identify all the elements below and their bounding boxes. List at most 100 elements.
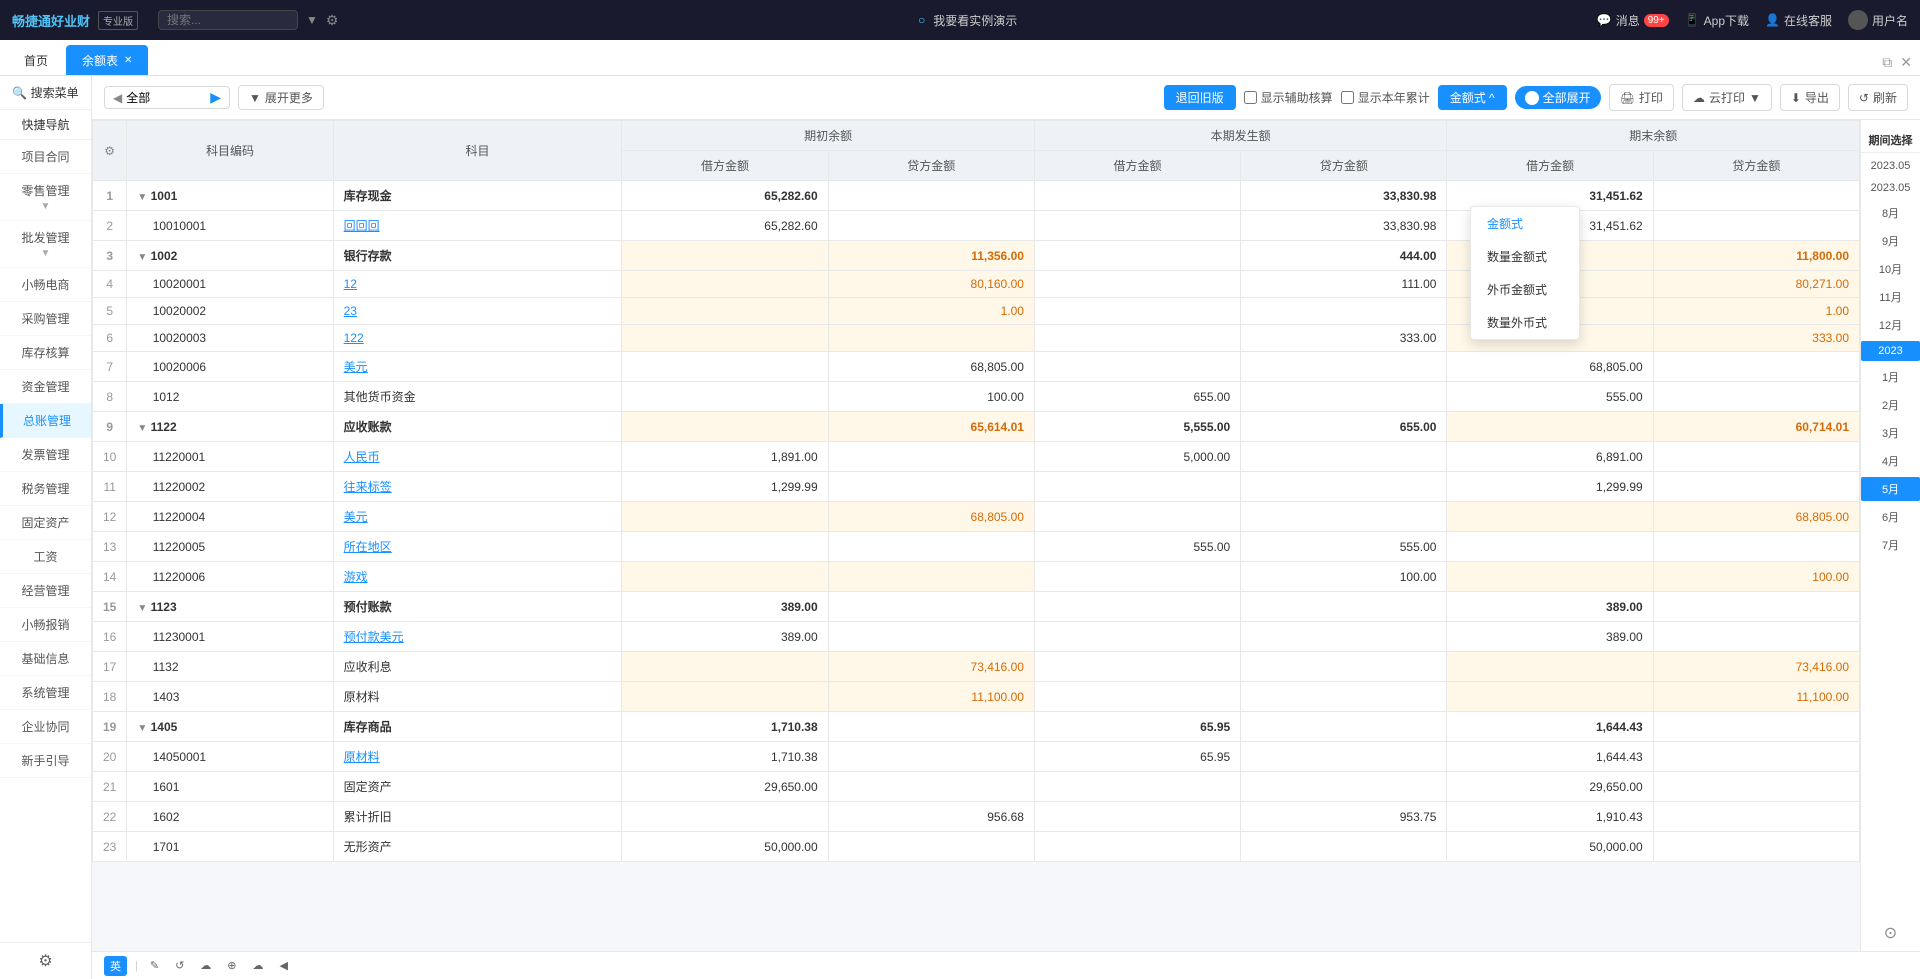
- sidebar-item-expense[interactable]: 小畅报销: [0, 608, 91, 642]
- period-month-8[interactable]: 8月: [1861, 201, 1920, 225]
- period-month-2[interactable]: 2月: [1861, 393, 1920, 417]
- row-subject[interactable]: 固定资产: [333, 772, 622, 802]
- tab-balance[interactable]: 余额表 ✕: [66, 45, 148, 75]
- expand-more-btn[interactable]: ▼ 展开更多: [238, 85, 324, 110]
- message-btn[interactable]: 💬 消息 99+: [1597, 12, 1669, 29]
- header-dropdown-icon[interactable]: ▼: [306, 13, 318, 27]
- period-month-6[interactable]: 6月: [1861, 505, 1920, 529]
- search-box[interactable]: ◀ ▶: [104, 86, 230, 109]
- lang-btn[interactable]: 英: [104, 956, 127, 976]
- search-input[interactable]: [126, 91, 206, 105]
- row-subject[interactable]: 预付款美元: [333, 622, 622, 652]
- dropdown-item-qty-amount[interactable]: 数量金额式: [1471, 240, 1579, 273]
- row-subject[interactable]: 122: [333, 325, 622, 352]
- dropdown-item-amount[interactable]: 金额式: [1471, 207, 1579, 240]
- sidebar-item-retail[interactable]: 零售管理 ▼: [0, 174, 91, 221]
- user-btn[interactable]: 用户名: [1848, 10, 1908, 30]
- sidebar-item-inventory[interactable]: 库存核算: [0, 336, 91, 370]
- year-checkbox[interactable]: [1341, 91, 1354, 104]
- header-search-input[interactable]: [158, 10, 298, 30]
- checkbox-assist[interactable]: 显示辅助核算: [1244, 89, 1333, 106]
- sidebar-settings[interactable]: ⚙: [0, 942, 91, 979]
- period-month-10[interactable]: 10月: [1861, 257, 1920, 281]
- export-btn[interactable]: ⬇ 导出: [1780, 84, 1840, 111]
- row-subject[interactable]: 无形资产: [333, 832, 622, 862]
- sidebar-item-wholesale[interactable]: 批发管理 ▼: [0, 221, 91, 268]
- row-subject[interactable]: 应收账款: [333, 412, 622, 442]
- search-right-arrow[interactable]: ▶: [210, 89, 221, 106]
- sidebar-item-fixed[interactable]: 固定资产: [0, 506, 91, 540]
- row-subject[interactable]: 往来标签: [333, 472, 622, 502]
- period-month-3[interactable]: 3月: [1861, 421, 1920, 445]
- sidebar-item-project[interactable]: 项目合同: [0, 140, 91, 174]
- row-subject[interactable]: 其他货币资金: [333, 382, 622, 412]
- period-month-7[interactable]: 7月: [1861, 533, 1920, 557]
- sidebar-item-tax[interactable]: 税务管理: [0, 472, 91, 506]
- refresh-btn[interactable]: ↺ 刷新: [1848, 84, 1908, 111]
- dropdown-item-qty-foreign[interactable]: 数量外币式: [1471, 306, 1579, 339]
- sidebar-item-basic[interactable]: 基础信息: [0, 642, 91, 676]
- settings-icon[interactable]: ⚙: [326, 12, 339, 29]
- period-month-1[interactable]: 1月: [1861, 365, 1920, 389]
- service-btn[interactable]: 👤 在线客服: [1765, 12, 1832, 29]
- row-open-debit: [622, 652, 828, 682]
- row-subject[interactable]: 原材料: [333, 742, 622, 772]
- assist-checkbox[interactable]: [1244, 91, 1257, 104]
- sidebar-item-capital[interactable]: 资金管理: [0, 370, 91, 404]
- row-subject[interactable]: 库存现金: [333, 181, 622, 211]
- sidebar-item-ledger[interactable]: 总账管理: [0, 404, 91, 438]
- row-subject[interactable]: 23: [333, 298, 622, 325]
- row-subject[interactable]: 人民币: [333, 442, 622, 472]
- tab-home[interactable]: 首页: [8, 45, 64, 75]
- expand-all-toggle[interactable]: 全部展开: [1515, 86, 1601, 109]
- dropdown-item-foreign-amount[interactable]: 外币金额式: [1471, 273, 1579, 306]
- return-old-btn[interactable]: 退回旧版: [1164, 85, 1236, 110]
- row-subject[interactable]: 美元: [333, 502, 622, 532]
- row-subject[interactable]: 回回回: [333, 211, 622, 241]
- period-month-11[interactable]: 11月: [1861, 285, 1920, 309]
- row-subject[interactable]: 应收利息: [333, 652, 622, 682]
- window-restore-icon[interactable]: ⧉: [1882, 54, 1892, 71]
- row-subject[interactable]: 库存商品: [333, 712, 622, 742]
- sidebar-item-collab[interactable]: 企业协同: [0, 710, 91, 744]
- period-month-9[interactable]: 9月: [1861, 229, 1920, 253]
- period-month-12[interactable]: 12月: [1861, 313, 1920, 337]
- row-subject[interactable]: 所在地区: [333, 532, 622, 562]
- row-subject[interactable]: 银行存款: [333, 241, 622, 271]
- sidebar-item-operations[interactable]: 经营管理: [0, 574, 91, 608]
- row-subject[interactable]: 12: [333, 271, 622, 298]
- period-year-2023[interactable]: 2023: [1861, 341, 1920, 361]
- recycle-icon[interactable]: ↺: [175, 959, 184, 972]
- cloud2-icon[interactable]: ☁: [253, 959, 264, 972]
- pencil-icon[interactable]: ✎: [150, 959, 159, 972]
- sidebar-item-system[interactable]: 系统管理: [0, 676, 91, 710]
- cloud-icon[interactable]: ☁: [200, 959, 211, 972]
- period-month-5[interactable]: 5月: [1861, 477, 1920, 501]
- window-close-icon[interactable]: ✕: [1900, 54, 1912, 71]
- row-subject[interactable]: 美元: [333, 352, 622, 382]
- tab-close-icon[interactable]: ✕: [124, 55, 132, 66]
- period-month-4[interactable]: 4月: [1861, 449, 1920, 473]
- sidebar-item-invoice[interactable]: 发票管理: [0, 438, 91, 472]
- row-subject[interactable]: 原材料: [333, 682, 622, 712]
- add-icon[interactable]: ⊕: [227, 959, 236, 972]
- mode-btn[interactable]: 金额式 ^: [1438, 85, 1507, 110]
- checkbox-year[interactable]: 显示本年累计: [1341, 89, 1430, 106]
- print-btn[interactable]: 🖨 打印: [1609, 84, 1674, 111]
- period-collapse-icon[interactable]: ⊙: [1884, 923, 1897, 943]
- sidebar-item-salary[interactable]: 工资: [0, 540, 91, 574]
- download-btn[interactable]: 📱 App下载: [1685, 12, 1749, 29]
- row-subject[interactable]: 预付账款: [333, 592, 622, 622]
- search-left-arrow[interactable]: ◀: [113, 91, 122, 105]
- sidebar-quicknav[interactable]: 快捷导航: [0, 110, 91, 140]
- table-settings-icon[interactable]: ⚙: [104, 144, 115, 158]
- back-icon[interactable]: ◀: [280, 959, 288, 972]
- row-subject[interactable]: 游戏: [333, 562, 622, 592]
- cloud-print-btn[interactable]: ☁ 云打印 ▼: [1682, 84, 1772, 111]
- sidebar-search[interactable]: 🔍 搜索菜单: [0, 76, 91, 110]
- sidebar-item-guide[interactable]: 新手引导: [0, 744, 91, 778]
- sidebar-item-purchase[interactable]: 采购管理: [0, 302, 91, 336]
- sidebar-item-ecommerce[interactable]: 小畅电商: [0, 268, 91, 302]
- row-subject[interactable]: 累计折旧: [333, 802, 622, 832]
- demo-link[interactable]: 我要看实例演示: [933, 12, 1017, 29]
